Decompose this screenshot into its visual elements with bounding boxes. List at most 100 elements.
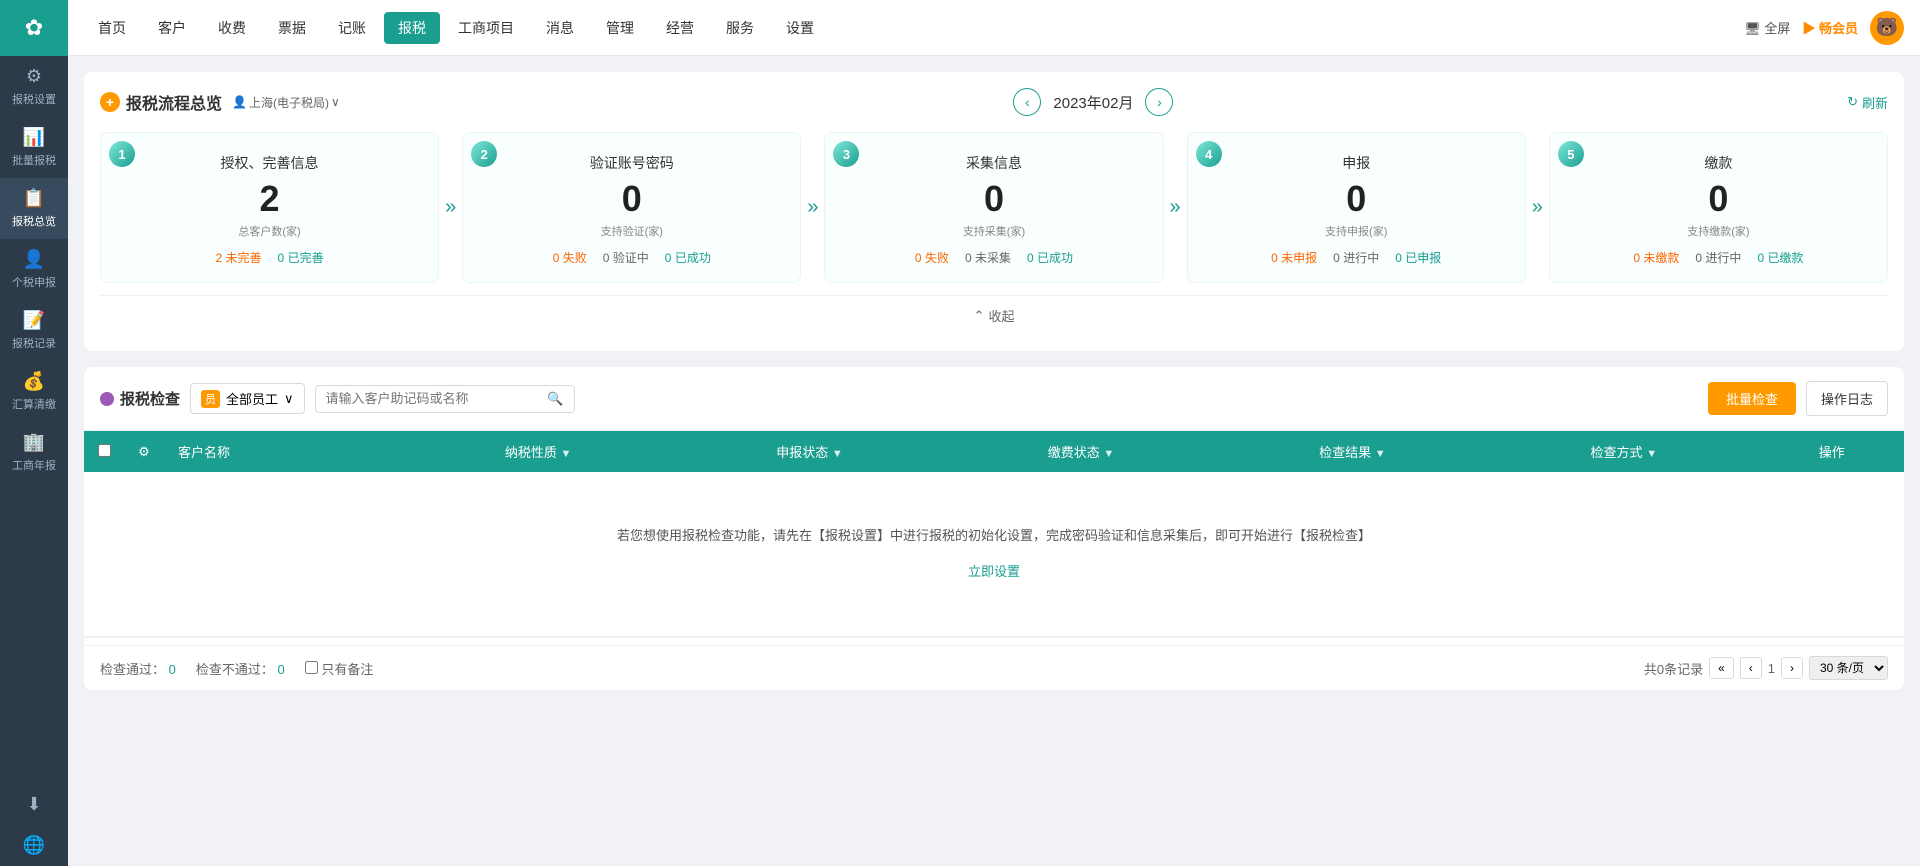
th-check-result[interactable]: 检查结果 ▼ [1217,431,1488,472]
step-1-num: 1 [109,141,135,167]
step-2-success[interactable]: 0 已成功 [665,249,711,266]
sidebar-item-globe[interactable]: 🌐 [0,825,68,866]
th-check-method[interactable]: 检查方式 ▼ [1488,431,1759,472]
step-4-declared[interactable]: 0 已申报 [1395,249,1441,266]
tax-overview-icon: 📋 [23,188,45,209]
nav-settings[interactable]: 设置 [772,12,828,44]
step-declare: 4 申报 0 支持申报(家) 0 未申报 0 进行中 0 已申报 [1187,132,1526,283]
sidebar-item-annual-settlement[interactable]: 💰 汇算清缴 [0,361,68,422]
fullscreen-button[interactable]: 🖥 全屏 [1744,18,1790,37]
sidebar-item-tax-settings[interactable]: ⚙ 报税设置 [0,56,68,117]
step-4-not-declared[interactable]: 0 未申报 [1271,249,1317,266]
note-filter[interactable]: 只有备注 [305,659,374,678]
nav-operations[interactable]: 经营 [652,12,708,44]
sidebar-item-label: 报税总览 [12,213,56,229]
th-client-name: 客户名称 [164,431,402,472]
setup-link[interactable]: 立即设置 [968,564,1020,579]
gear-icon[interactable]: ⚙ [138,444,150,459]
first-page-button[interactable]: « [1709,657,1734,679]
nav-messages[interactable]: 消息 [532,12,588,44]
app-logo: ✿ [0,0,68,56]
search-input[interactable] [326,391,542,406]
pass-count-link[interactable]: 0 [169,662,176,677]
pagination: 共0条记录 « ‹ 1 › 30 条/页 [1644,656,1888,680]
sidebar-bottom: ⬇ 🌐 [0,784,68,866]
batch-check-button[interactable]: 批量检查 [1708,382,1796,415]
sidebar-item-tax-overview[interactable]: 📋 报税总览 [0,178,68,239]
tax-settings-icon: ⚙ [26,66,42,87]
nav-home[interactable]: 首页 [84,12,140,44]
th-tax-type[interactable]: 纳税性质 ▼ [402,431,673,472]
step-3-success[interactable]: 0 已成功 [1027,249,1073,266]
check-header: 报税检查 员 全部员工 ∨ 🔍 批量检查 操作日志 [84,367,1904,431]
page-size-select[interactable]: 30 条/页 [1809,656,1888,680]
search-icon[interactable]: 🔍 [547,391,563,407]
nav-invoices[interactable]: 票据 [264,12,320,44]
select-all-checkbox[interactable] [98,444,111,457]
step-5-inprogress[interactable]: 0 进行中 [1695,249,1741,266]
user-avatar[interactable]: 🐻 [1870,11,1904,45]
step-1-sub: 总客户数(家) [238,223,300,239]
sidebar-item-batch-tax[interactable]: 📊 批量报税 [0,117,68,178]
vip-button[interactable]: ▶ 畅会员 [1802,18,1858,37]
collapse-button[interactable]: ⌃ 收起 [100,295,1888,335]
step-5-paid[interactable]: 0 已缴款 [1757,249,1803,266]
step-1-incomplete[interactable]: 2 未完善 [216,249,262,266]
prev-page-button[interactable]: ‹ [1740,657,1762,679]
employee-select[interactable]: 员 全部员工 ∨ [190,383,305,414]
fail-count-link[interactable]: 0 [278,662,285,677]
step-2-count: 0 [622,181,642,217]
nav-accounting[interactable]: 记账 [324,12,380,44]
nav-business[interactable]: 工商项目 [444,12,528,44]
step-2-inprogress[interactable]: 0 验证中 [603,249,649,266]
nav-fees[interactable]: 收费 [204,12,260,44]
nav-services[interactable]: 服务 [712,12,768,44]
chevron-up-icon: ⌃ [974,308,985,324]
next-month-button[interactable]: › [1145,88,1173,116]
step-collect: 3 采集信息 0 支持采集(家) 0 失败 0 未采集 0 已成功 [824,132,1163,283]
step-1-complete[interactable]: 0 已完善 [278,249,324,266]
nav-tax[interactable]: 报税 [384,12,440,44]
personal-tax-icon: 👤 [23,249,45,270]
th-declare-status[interactable]: 申报状态 ▼ [674,431,945,472]
sidebar-item-download[interactable]: ⬇ [0,784,68,825]
sidebar-item-label: 报税记录 [12,335,56,351]
sidebar-item-tax-records[interactable]: 📝 报税记录 [0,300,68,361]
table-header-row: ⚙ 客户名称 纳税性质 ▼ 申报状态 ▼ [84,431,1904,472]
empty-state: 若您想使用报税检查功能，请先在【报税设置】中进行报税的初始化设置，完成密码验证和… [94,483,1894,625]
step-5-unpaid[interactable]: 0 未缴款 [1633,249,1679,266]
sidebar-item-annual-report[interactable]: 🏢 工商年报 [0,422,68,483]
table-container: ⚙ 客户名称 纳税性质 ▼ 申报状态 ▼ [84,431,1904,637]
tax-check-card: 报税检查 员 全部员工 ∨ 🔍 批量检查 操作日志 [84,367,1904,690]
prev-month-button[interactable]: ‹ [1013,88,1041,116]
pass-count: 检查通过： 0 [100,659,176,678]
th-operations: 操作 [1760,431,1904,472]
next-page-button[interactable]: › [1781,657,1803,679]
annual-report-icon: 🏢 [23,432,45,453]
arrow-4: » [1526,132,1549,283]
filter-icon-1: ▼ [561,448,572,460]
check-title: 报税检查 [100,388,180,409]
refresh-button[interactable]: ↻ 刷新 [1847,93,1888,112]
location-tag[interactable]: 👤 上海(电子税局) ∨ [232,94,340,111]
process-title: + 报税流程总览 [100,90,222,114]
step-1-name: 授权、完善信息 [221,153,319,173]
operation-log-button[interactable]: 操作日志 [1806,381,1888,416]
step-3-name: 采集信息 [966,153,1022,173]
step-3-failed[interactable]: 0 失败 [915,249,949,266]
nav-management[interactable]: 管理 [592,12,648,44]
step-3-num: 3 [833,141,859,167]
step-3-count: 0 [984,181,1004,217]
empty-message: 若您想使用报税检查功能，请先在【报税设置】中进行报税的初始化设置，完成密码验证和… [114,523,1874,549]
th-payment-status[interactable]: 缴费状态 ▼ [945,431,1216,472]
sidebar-item-label: 个税申报 [12,274,56,290]
step-5-sub: 支持缴款(家) [1687,223,1749,239]
sidebar-item-personal-tax[interactable]: 👤 个税申报 [0,239,68,300]
logo-icon: ✿ [25,15,43,41]
nav-clients[interactable]: 客户 [144,12,200,44]
step-3-pending[interactable]: 0 未采集 [965,249,1011,266]
step-2-failed[interactable]: 0 失败 [553,249,587,266]
filter-icon-2: ▼ [832,448,843,460]
step-4-inprogress[interactable]: 0 进行中 [1333,249,1379,266]
note-checkbox[interactable] [305,661,318,674]
